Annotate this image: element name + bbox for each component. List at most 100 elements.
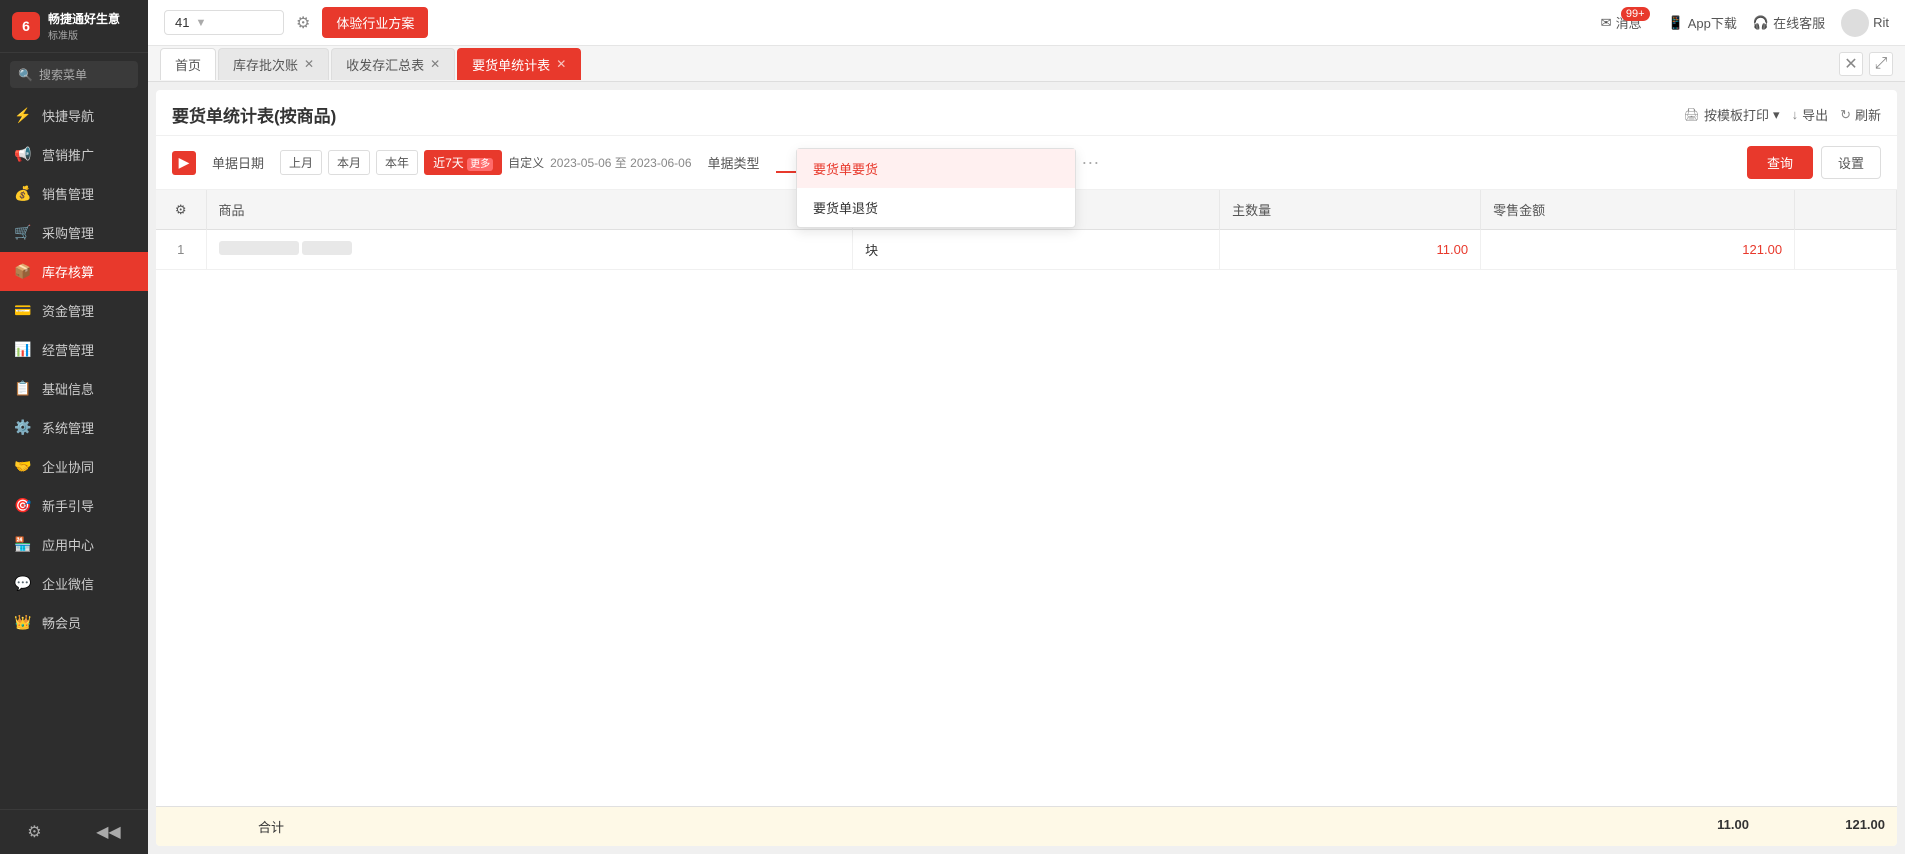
query-button[interactable]: 查询 <box>1747 146 1813 179</box>
sidebar-item-appstore[interactable]: 🏪 应用中心 <box>0 525 148 564</box>
sidebar-item-quick-nav[interactable]: ⚡ 快捷导航 <box>0 96 148 135</box>
cell-amount: 121.00 <box>1481 230 1795 270</box>
refresh-button[interactable]: ↻ 刷新 <box>1840 105 1881 124</box>
dropdown-option-requisition-return[interactable]: 要货单退货 <box>797 188 1075 227</box>
service-label: 在线客服 <box>1773 13 1825 32</box>
search-icon: 🔍 <box>18 68 33 82</box>
close-all-tabs-button[interactable]: ✕ <box>1839 52 1863 76</box>
tab-inventory-batch[interactable]: 库存批次账 ✕ <box>218 48 329 80</box>
filter-expand-button[interactable]: ▶ <box>172 151 196 175</box>
tab-home[interactable]: 首页 <box>160 48 216 80</box>
date-range-display: 2023-05-06 至 2023-06-06 <box>550 154 691 171</box>
warehouse-filter-group: ··· <box>1081 152 1099 173</box>
refresh-icon: ↻ <box>1840 107 1851 123</box>
warehouse-more-icon[interactable]: ··· <box>1081 152 1099 173</box>
sidebar-item-cooperation[interactable]: 🤝 企业协同 <box>0 447 148 486</box>
table-container: ⚙ 商品 主计量单位 主数量 零售金额 1 块 11.00 121.00 <box>156 190 1897 806</box>
store-selector[interactable]: 41 ▼ <box>164 10 284 35</box>
sidebar-item-label: 库存核算 <box>42 262 94 281</box>
curr-month-btn[interactable]: 本月 <box>328 150 370 175</box>
prev-month-btn[interactable]: 上月 <box>280 150 322 175</box>
sidebar-item-membership[interactable]: 👑 畅会员 <box>0 603 148 642</box>
cooperation-icon: 🤝 <box>14 458 32 475</box>
export-label: 导出 <box>1802 105 1828 124</box>
sales-icon: 💰 <box>14 185 32 202</box>
page-content: 要货单统计表(按商品) 🖨 按模板打印 ▾ ↓ 导出 ↻ 刷新 ▶ <box>156 90 1897 846</box>
search-menu-label: 搜索菜单 <box>39 66 87 83</box>
store-chevron-icon: ▼ <box>195 17 206 29</box>
tab-close-icon[interactable]: ✕ <box>304 58 314 70</box>
date-filter-group: 上月 本月 本年 近7天 更多 自定义 2023-05-06 至 2023-06… <box>280 150 692 175</box>
marketing-icon: 📢 <box>14 146 32 163</box>
inventory-icon: 📦 <box>14 263 32 280</box>
tab-requisition-stats[interactable]: 要货单统计表✕ <box>457 48 581 80</box>
print-label: 按模板打印 <box>1704 105 1769 124</box>
expand-tabs-button[interactable]: ⤢ <box>1869 52 1893 76</box>
filter-actions: 查询 设置 <box>1747 146 1881 179</box>
messages-button[interactable]: ✉ 消息 99+ <box>1601 13 1642 32</box>
tab-label: 收发存汇总表 <box>346 55 424 74</box>
custom-date-btn[interactable]: 自定义 <box>508 154 544 171</box>
tab-receipts-summary[interactable]: 收发存汇总表 ✕ <box>331 48 455 80</box>
sidebar-item-system[interactable]: ⚙️ 系统管理 <box>0 408 148 447</box>
sidebar-item-label: 基础信息 <box>42 379 94 398</box>
sidebar-item-label: 系统管理 <box>42 418 94 437</box>
sidebar-item-operations[interactable]: 📊 经营管理 <box>0 330 148 369</box>
app-icon: 📱 <box>1668 15 1684 31</box>
more-date-btn[interactable]: 近7天 更多 <box>424 150 502 175</box>
sidebar-item-sales[interactable]: 💰 销售管理 <box>0 174 148 213</box>
user-name: Rit <box>1873 15 1889 30</box>
sidebar-item-label: 采购管理 <box>42 223 94 242</box>
page-header-actions: 🖨 按模板打印 ▾ ↓ 导出 ↻ 刷新 <box>1684 105 1882 124</box>
sidebar-logo: 6 畅捷通好生意 标准版 <box>0 0 148 53</box>
th-settings[interactable]: ⚙ <box>156 190 206 230</box>
topbar-gear-icon[interactable]: ⚙ <box>296 13 310 33</box>
th-goods: 商品 <box>206 190 853 230</box>
topbar-right: ✉ 消息 99+ 📱 App下载 🎧 在线客服 Rit <box>1601 9 1889 37</box>
finance-icon: 💳 <box>14 302 32 319</box>
appstore-icon: 🏪 <box>14 536 32 553</box>
curr-year-btn[interactable]: 本年 <box>376 150 418 175</box>
th-amount: 零售金额 <box>1481 190 1795 230</box>
cell-qty: 11.00 <box>1220 230 1481 270</box>
print-chevron-icon: ▾ <box>1773 107 1780 123</box>
sidebar-item-finance[interactable]: 💳 资金管理 <box>0 291 148 330</box>
sidebar-item-label: 销售管理 <box>42 184 94 203</box>
export-button[interactable]: ↓ 导出 <box>1792 105 1829 124</box>
sidebar-item-label: 企业协同 <box>42 457 94 476</box>
basics-icon: 📋 <box>14 380 32 397</box>
user-avatar <box>1841 9 1869 37</box>
sidebar-item-label: 资金管理 <box>42 301 94 320</box>
tab-label: 库存批次账 <box>233 55 298 74</box>
online-service-button[interactable]: 🎧 在线客服 <box>1753 13 1825 32</box>
sidebar-item-label: 新手引导 <box>42 496 94 515</box>
sidebar-item-basics[interactable]: 📋 基础信息 <box>0 369 148 408</box>
app-download-button[interactable]: 📱 App下载 <box>1668 13 1737 32</box>
sidebar-item-label: 经营管理 <box>42 340 94 359</box>
system-icon: ⚙️ <box>14 419 32 436</box>
trial-btn[interactable]: 体验行业方案 <box>322 7 428 38</box>
settings-icon[interactable]: ⚙ <box>19 818 49 846</box>
type-filter-label: 单据类型 <box>708 153 760 172</box>
membership-icon: 👑 <box>14 614 32 631</box>
sidebar-item-purchase[interactable]: 🛒 采购管理 <box>0 213 148 252</box>
sidebar-item-marketing[interactable]: 📢 营销推广 <box>0 135 148 174</box>
sidebar-item-inventory[interactable]: 📦 库存核算 <box>0 252 148 291</box>
page-header: 要货单统计表(按商品) 🖨 按模板打印 ▾ ↓ 导出 ↻ 刷新 <box>156 90 1897 136</box>
sidebar-item-wechat[interactable]: 💬 企业微信 <box>0 564 148 603</box>
print-template-button[interactable]: 🖨 按模板打印 ▾ <box>1684 105 1780 124</box>
dropdown-option-requisition-order[interactable]: 要货单要货 <box>797 149 1075 188</box>
tab-close-icon[interactable]: ✕ <box>430 58 440 70</box>
search-menu-button[interactable]: 🔍 搜索菜单 <box>10 61 138 88</box>
user-menu-button[interactable]: Rit <box>1841 9 1889 37</box>
sidebar-item-newbie[interactable]: 🎯 新手引导 <box>0 486 148 525</box>
collapse-icon[interactable]: ◀◀ <box>88 818 129 846</box>
sidebar-nav: ⚡ 快捷导航 📢 营销推广 💰 销售管理 🛒 采购管理 📦 库存核算 💳 资金管… <box>0 96 148 809</box>
th-qty: 主数量 <box>1220 190 1481 230</box>
store-name: 41 <box>175 15 189 30</box>
cell-rownum: 1 <box>156 230 206 270</box>
settings-button[interactable]: 设置 <box>1821 146 1881 179</box>
table-row: 1 块 11.00 121.00 <box>156 230 1897 270</box>
tab-close-icon[interactable]: ✕ <box>556 58 566 70</box>
wechat-icon: 💬 <box>14 575 32 592</box>
